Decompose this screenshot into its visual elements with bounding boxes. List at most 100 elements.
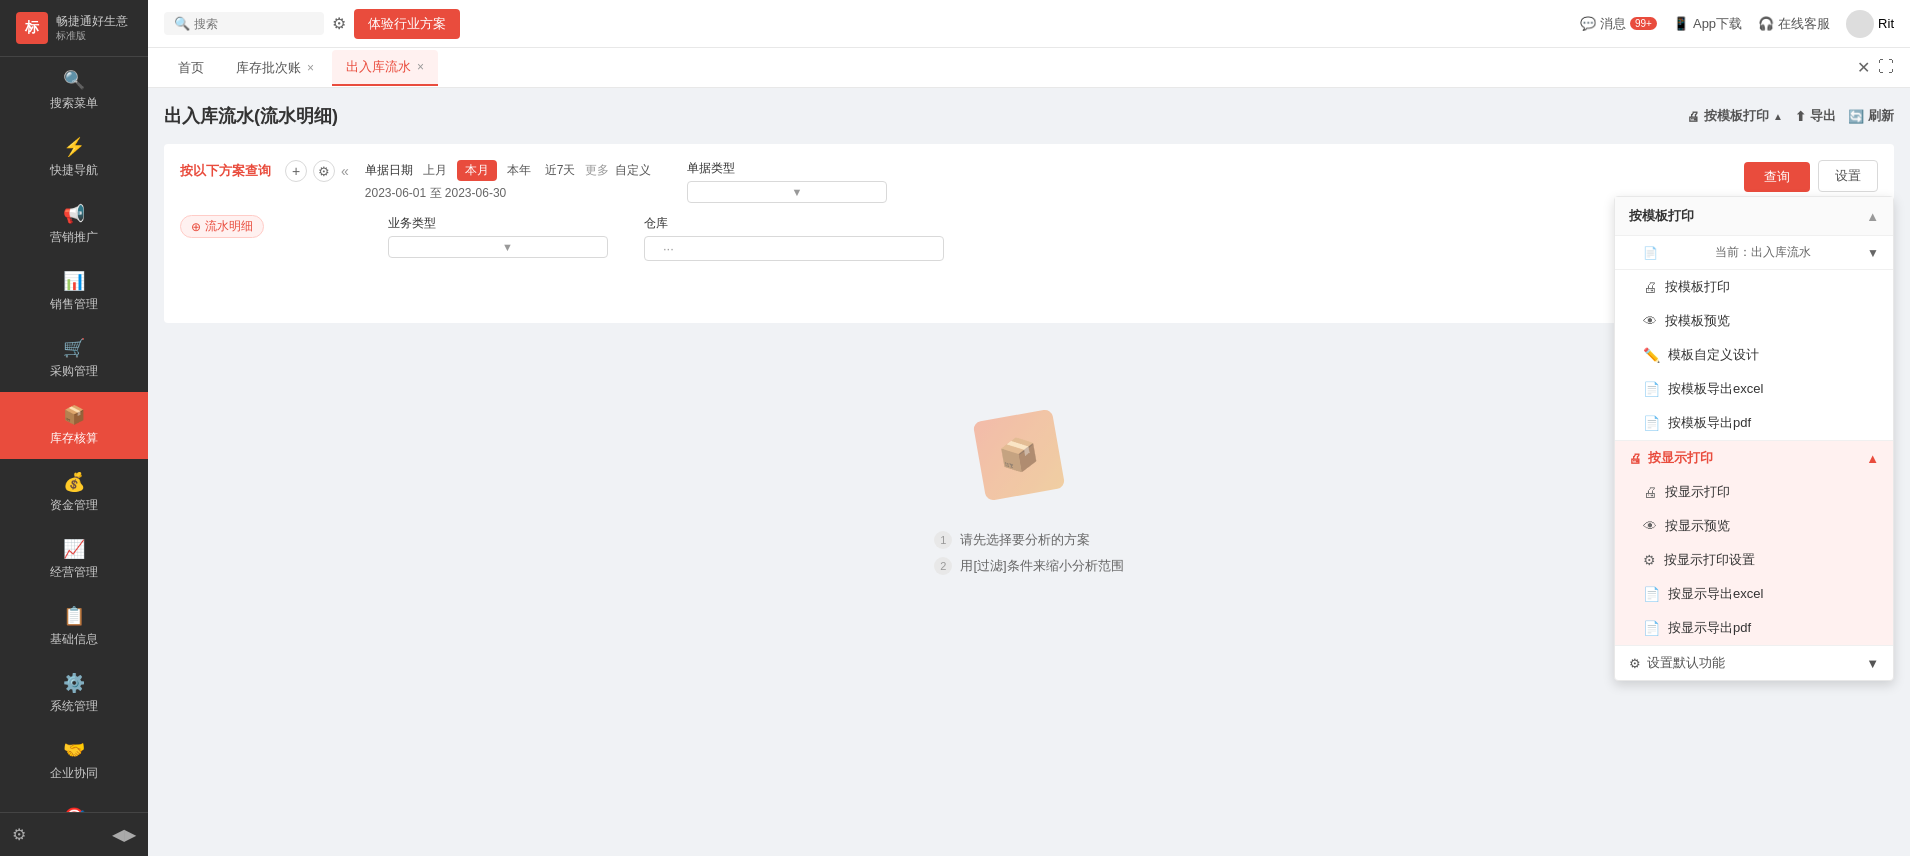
sidebar-item-purchase[interactable]: 🛒 采购管理 xyxy=(0,325,148,392)
doc-type-select[interactable]: ▼ xyxy=(687,181,887,203)
tab-close-flow[interactable]: × xyxy=(417,60,424,74)
export-btn[interactable]: ⬆ 导出 xyxy=(1795,107,1836,125)
footer-arrow-icon: ▼ xyxy=(1866,656,1879,671)
tip-text-1: 请先选择要分析的方案 xyxy=(960,531,1090,549)
query-btn[interactable]: 查询 xyxy=(1744,162,1810,192)
empty-illustration: 📦 xyxy=(973,409,1066,502)
template-excel-item[interactable]: 📄 按模板导出excel xyxy=(1615,372,1893,406)
search-input[interactable] xyxy=(194,17,314,31)
gear-icon-2: ⚙ xyxy=(1643,552,1656,568)
template-custom-item[interactable]: ✏️ 模板自定义设计 xyxy=(1615,338,1893,372)
date-shortcut-this-month[interactable]: 本月 xyxy=(457,160,497,181)
tab-batch[interactable]: 库存批次账 × xyxy=(222,51,328,85)
doc-type-group: 单据类型 ▼ xyxy=(687,160,887,203)
search-box[interactable]: 🔍 xyxy=(164,12,324,35)
date-shortcut-7days[interactable]: 近7天 xyxy=(541,160,580,181)
print-dropdown-title: 按模板打印 xyxy=(1629,207,1694,225)
user-profile[interactable]: Rit xyxy=(1846,10,1894,38)
print-dropdown-header: 按模板打印 ▲ xyxy=(1615,197,1893,236)
empty-tip-2: 2 用[过滤]条件来缩小分析范围 xyxy=(934,557,1123,575)
system-icon: ⚙️ xyxy=(63,672,85,694)
chevron-down-icon-biz: ▼ xyxy=(502,241,597,253)
template-print-item[interactable]: 🖨 按模板打印 xyxy=(1615,270,1893,304)
close-window-icon[interactable]: ✕ xyxy=(1857,58,1870,77)
template-preview-item[interactable]: 👁 按模板预览 xyxy=(1615,304,1893,338)
warehouse-group: 仓库 ··· xyxy=(644,215,944,261)
display-section: 🖨 按显示打印 ▲ 🖨 按显示打印 👁 按显示预览 ⚙ xyxy=(1615,441,1893,645)
warehouse-row: ··· xyxy=(644,236,944,261)
topbar: 🔍 ⚙ 体验行业方案 💬 消息 99+ 📱 App下载 🎧 在 xyxy=(148,0,1910,48)
tag-icon: ⊕ xyxy=(191,220,201,234)
gear-icon[interactable]: ⚙ xyxy=(332,14,346,33)
date-custom-btn[interactable]: 自定义 xyxy=(615,162,651,179)
dropdown-footer[interactable]: ⚙ 设置默认功能 ▼ xyxy=(1615,645,1893,680)
service-btn[interactable]: 🎧 在线客服 xyxy=(1758,15,1830,33)
date-field-label: 单据日期 xyxy=(365,162,413,179)
filter-tag-label: 流水明细 xyxy=(205,218,253,235)
tab-home[interactable]: 首页 xyxy=(164,51,218,85)
page-title-text: 出入库流水(流水明细) xyxy=(164,104,338,128)
biz-type-select[interactable]: ▼ xyxy=(388,236,608,258)
sidebar-label-sales: 销售管理 xyxy=(50,296,98,313)
sidebar-label-system: 系统管理 xyxy=(50,698,98,715)
sidebar-item-base[interactable]: 📋 基础信息 xyxy=(0,593,148,660)
sidebar-item-collab[interactable]: 🤝 企业协同 xyxy=(0,727,148,794)
brand-info: 畅捷通好生意 标准版 xyxy=(56,13,128,44)
display-pdf-item[interactable]: 📄 按显示导出pdf xyxy=(1615,611,1893,645)
export-icon: ⬆ xyxy=(1795,109,1806,124)
sidebar-item-marketing[interactable]: 📢 营销推广 xyxy=(0,191,148,258)
filter-section-label: 按以下方案查询 xyxy=(180,162,271,180)
printer-icon-1: 🖨 xyxy=(1643,279,1657,295)
date-more-btn[interactable]: 更多 xyxy=(585,162,609,179)
sidebar-footer: ⚙ ◀▶ xyxy=(0,812,148,856)
more-dots-icon[interactable]: ··· xyxy=(663,241,674,256)
dropdown-arrow-icon[interactable]: ▲ xyxy=(1866,209,1879,224)
print-template-btn[interactable]: 🖨 按模板打印 ▲ xyxy=(1687,107,1783,125)
sidebar-item-finance[interactable]: 💰 资金管理 xyxy=(0,459,148,526)
display-print-item[interactable]: 🖨 按显示打印 xyxy=(1615,475,1893,509)
sidebar-item-operation[interactable]: 📈 经营管理 xyxy=(0,526,148,593)
sidebar-label-base: 基础信息 xyxy=(50,631,98,648)
sidebar-item-guide[interactable]: 🎯 新手引导 xyxy=(0,794,148,812)
app-logo-icon: 标 xyxy=(16,12,48,44)
tip-number-2: 2 xyxy=(934,557,952,575)
collapse-icon[interactable]: ◀▶ xyxy=(112,825,136,844)
settings-footer-icon: ⚙ xyxy=(1629,656,1641,671)
eye-icon-2: 👁 xyxy=(1643,518,1657,534)
industry-btn[interactable]: 体验行业方案 xyxy=(354,9,460,39)
filter-setting-btn[interactable]: ⚙ xyxy=(313,160,335,182)
expand-window-icon[interactable]: ⛶ xyxy=(1878,58,1894,77)
refresh-btn[interactable]: 🔄 刷新 xyxy=(1848,107,1894,125)
display-preview-item[interactable]: 👁 按显示预览 xyxy=(1615,509,1893,543)
sidebar-item-search[interactable]: 🔍 搜索菜单 xyxy=(0,57,148,124)
date-shortcut-last-month[interactable]: 上月 xyxy=(419,160,451,181)
tab-flow[interactable]: 出入库流水 × xyxy=(332,50,438,86)
filter-add-btn[interactable]: + xyxy=(285,160,307,182)
filter-tag-item[interactable]: ⊕ 流水明细 xyxy=(180,215,264,238)
settings-icon[interactable]: ⚙ xyxy=(12,825,26,844)
template-pdf-item[interactable]: 📄 按模板导出pdf xyxy=(1615,406,1893,440)
sidebar-label-shortcut: 快捷导航 xyxy=(50,162,98,179)
sidebar-item-system[interactable]: ⚙️ 系统管理 xyxy=(0,660,148,727)
sidebar-label-inventory: 库存核算 xyxy=(50,430,98,447)
display-excel-item[interactable]: 📄 按显示导出excel xyxy=(1615,577,1893,611)
print-dropdown: 按模板打印 ▲ 📄 当前：出入库流水 ▼ 🖨 按模板打印 👁 按模板预览 xyxy=(1614,196,1894,681)
setting-btn[interactable]: 设置 xyxy=(1818,160,1878,192)
edit-icon-1: ✏️ xyxy=(1643,347,1660,363)
sidebar-item-inventory[interactable]: 📦 库存核算 xyxy=(0,392,148,459)
message-btn[interactable]: 💬 消息 99+ xyxy=(1580,15,1657,33)
app-download-btn[interactable]: 📱 App下载 xyxy=(1673,15,1742,33)
warehouse-select[interactable]: ··· xyxy=(644,236,944,261)
sidebar-item-sales[interactable]: 📊 销售管理 xyxy=(0,258,148,325)
excel-icon-2: 📄 xyxy=(1643,586,1660,602)
excel-icon-1: 📄 xyxy=(1643,381,1660,397)
tab-close-batch[interactable]: × xyxy=(307,61,314,75)
print-dropdown-current: 📄 当前：出入库流水 ▼ xyxy=(1615,236,1893,270)
brand-name: 畅捷通好生意 xyxy=(56,13,128,30)
date-shortcut-this-year[interactable]: 本年 xyxy=(503,160,535,181)
empty-tip-1: 1 请先选择要分析的方案 xyxy=(934,531,1123,549)
footer-label: 设置默认功能 xyxy=(1647,654,1725,672)
filter-collapse-btn[interactable]: « xyxy=(341,163,349,179)
display-setting-item[interactable]: ⚙ 按显示打印设置 xyxy=(1615,543,1893,577)
sidebar-item-shortcut[interactable]: ⚡ 快捷导航 xyxy=(0,124,148,191)
